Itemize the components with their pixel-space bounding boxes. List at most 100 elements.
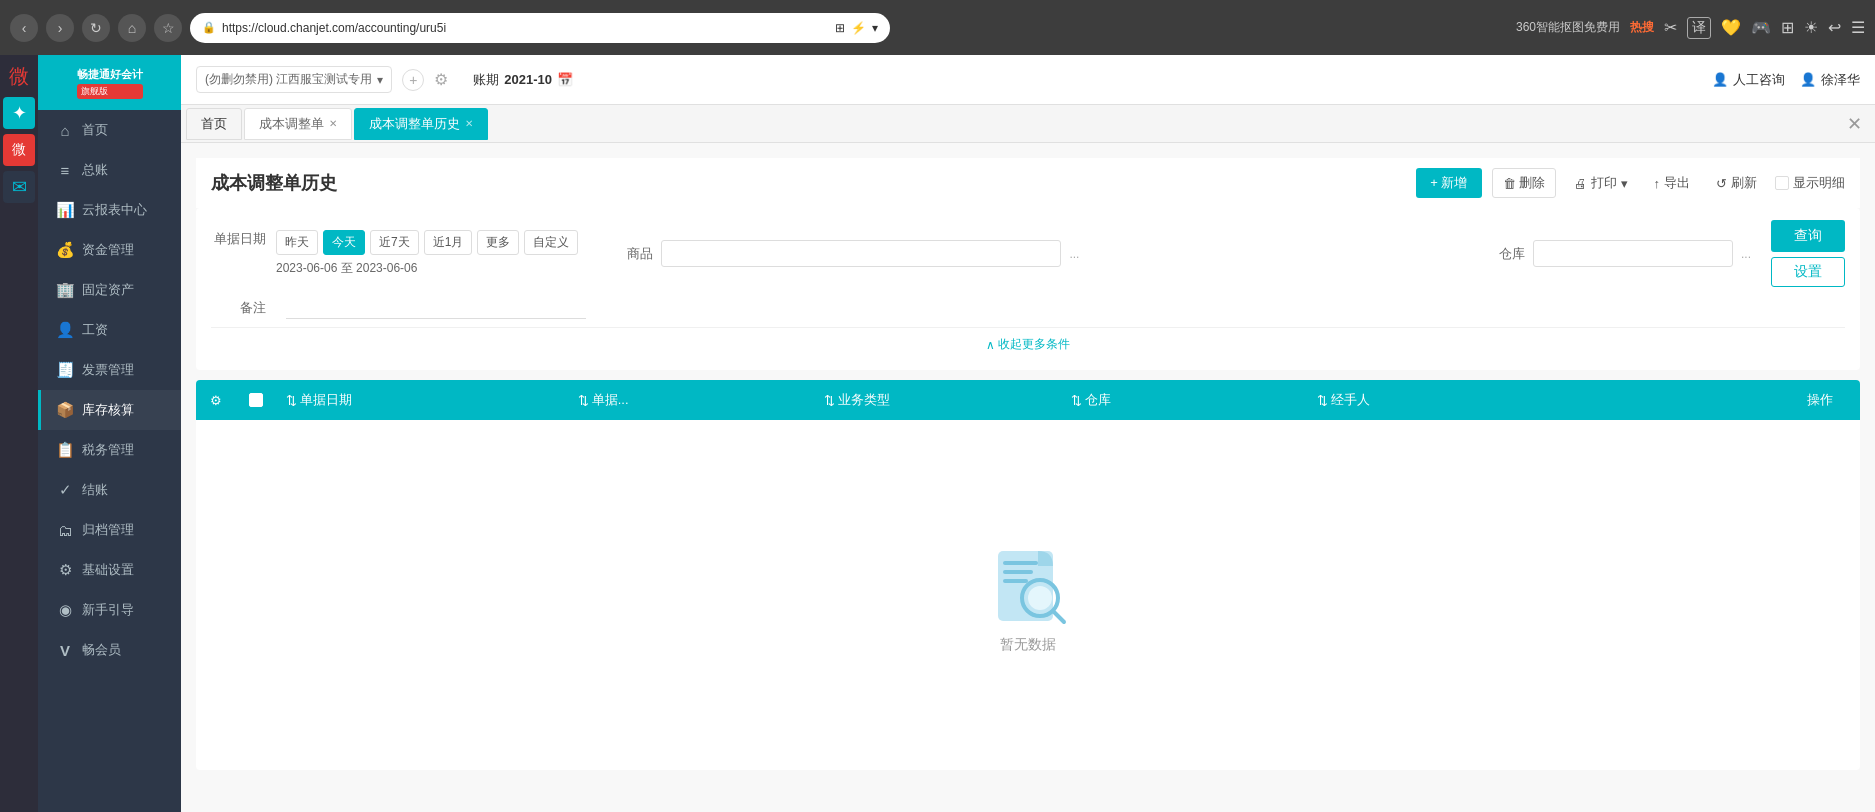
tab-home[interactable]: 首页 xyxy=(186,108,242,140)
dropdown-icon: ▾ xyxy=(872,21,878,35)
th-warehouse[interactable]: ⇅ 仓库 xyxy=(1061,391,1307,409)
remark-input[interactable] xyxy=(286,297,586,319)
period-value: 2021-10 xyxy=(504,72,552,87)
settle-icon: ✓ xyxy=(56,481,74,499)
add-tab-button[interactable]: + xyxy=(402,69,424,91)
home-icon: ⌂ xyxy=(56,122,74,139)
sidebar-item-payroll[interactable]: 👤 工资 xyxy=(38,310,181,350)
th-settings[interactable]: ⚙ xyxy=(196,393,236,408)
sidebar-item-vip[interactable]: V 畅会员 xyxy=(38,630,181,670)
print-icon: 🖨 xyxy=(1574,176,1587,191)
more-date-btn[interactable]: 更多 xyxy=(477,230,519,255)
user-profile[interactable]: 👤 徐泽华 xyxy=(1800,71,1860,89)
sidebar-item-tax[interactable]: 📋 税务管理 xyxy=(38,430,181,470)
query-button[interactable]: 查询 xyxy=(1771,220,1845,252)
icon-sidebar-weibo[interactable]: 微 xyxy=(3,60,35,92)
back-button[interactable]: ‹ xyxy=(10,14,38,42)
search-label: 360智能抠图免费用 xyxy=(1516,19,1620,36)
setting-button[interactable]: 设置 xyxy=(1771,257,1845,287)
sidebar-item-inventory[interactable]: 📦 库存核算 xyxy=(38,390,181,430)
yesterday-btn[interactable]: 昨天 xyxy=(276,230,318,255)
app-main: (勿删勿禁用) 江西服宝测试专用 ▾ + ⚙ 账期 2021-10 📅 👤 人工… xyxy=(181,55,1875,812)
collapse-filter-button[interactable]: ∧ 收起更多条件 xyxy=(986,336,1070,353)
sidebar-item-invoice[interactable]: 🧾 发票管理 xyxy=(38,350,181,390)
sun-icon[interactable]: ☀ xyxy=(1804,18,1818,37)
sidebar-item-settings[interactable]: ⚙ 基础设置 xyxy=(38,550,181,590)
home-button[interactable]: ⌂ xyxy=(118,14,146,42)
product-filter-group: 商品 ... xyxy=(598,240,1450,267)
warehouse-label: 仓库 xyxy=(1470,245,1525,263)
translate-icon[interactable]: 译 xyxy=(1687,17,1711,39)
th-type[interactable]: ⇅ 业务类型 xyxy=(814,391,1060,409)
forward-button[interactable]: › xyxy=(46,14,74,42)
th-checkbox[interactable] xyxy=(236,393,276,407)
th-num-sort-icon: ⇅ xyxy=(578,393,589,408)
close-all-tabs-button[interactable]: ✕ xyxy=(1839,113,1870,135)
new-button[interactable]: + 新增 xyxy=(1416,168,1481,198)
sidebar-label-home: 首页 xyxy=(82,121,108,139)
th-number[interactable]: ⇅ 单据... xyxy=(568,391,814,409)
sidebar-logo: 畅捷通好会计 旗舰版 xyxy=(38,55,181,110)
month1-btn[interactable]: 近1月 xyxy=(424,230,473,255)
sidebar-label-payroll: 工资 xyxy=(82,321,108,339)
sidebar-label-archive: 归档管理 xyxy=(82,521,134,539)
company-selector[interactable]: (勿删勿禁用) 江西服宝测试专用 ▾ xyxy=(196,66,392,93)
tab-cost-history-close[interactable]: ✕ xyxy=(465,118,473,129)
tab-cost-history[interactable]: 成本调整单历史 ✕ xyxy=(354,108,488,140)
calendar-icon[interactable]: 📅 xyxy=(557,72,573,87)
wallet-icon[interactable]: 💛 xyxy=(1721,18,1741,37)
page-actions: + 新增 🗑 删除 🖨 打印 ▾ ↑ 导出 ↺ xyxy=(1416,168,1845,198)
guide-icon: ◉ xyxy=(56,601,74,619)
tab-cost-adjust[interactable]: 成本调整单 ✕ xyxy=(244,108,352,140)
table-body: 暂无数据 xyxy=(196,420,1860,770)
consult-btn[interactable]: 👤 人工咨询 xyxy=(1712,71,1785,89)
delete-button[interactable]: 🗑 删除 xyxy=(1492,168,1556,198)
today-btn[interactable]: 今天 xyxy=(323,230,365,255)
warehouse-more-btn[interactable]: ... xyxy=(1741,247,1751,261)
tax-icon: 📋 xyxy=(56,441,74,459)
sidebar-label-guide: 新手引导 xyxy=(82,601,134,619)
product-input[interactable] xyxy=(661,240,1061,267)
sidebar-item-fund[interactable]: 💰 资金管理 xyxy=(38,230,181,270)
sidebar-item-settle[interactable]: ✓ 结账 xyxy=(38,470,181,510)
undo-icon[interactable]: ↩ xyxy=(1828,18,1841,37)
sidebar-item-ledger[interactable]: ≡ 总账 xyxy=(38,150,181,190)
sidebar-label-settings: 基础设置 xyxy=(82,561,134,579)
print-button[interactable]: 🖨 打印 ▾ xyxy=(1566,169,1636,197)
export-icon: ↑ xyxy=(1654,176,1661,191)
address-bar[interactable]: 🔒 https://cloud.chanjet.com/accounting/u… xyxy=(190,13,890,43)
show-detail-checkbox[interactable]: 显示明细 xyxy=(1775,174,1845,192)
settings-gear-icon[interactable]: ⚙ xyxy=(434,70,448,89)
refresh-icon: ↺ xyxy=(1716,176,1727,191)
menu-icon[interactable]: ☰ xyxy=(1851,18,1865,37)
sidebar-item-archive[interactable]: 🗂 归档管理 xyxy=(38,510,181,550)
grid2-icon[interactable]: ⊞ xyxy=(1781,18,1794,37)
sidebar-item-home[interactable]: ⌂ 首页 xyxy=(38,110,181,150)
th-action: 操作 xyxy=(1780,391,1860,409)
sidebar-item-guide[interactable]: ◉ 新手引导 xyxy=(38,590,181,630)
th-number-label: 单据... xyxy=(592,391,629,409)
export-button[interactable]: ↑ 导出 xyxy=(1646,169,1699,197)
tab-cost-adjust-close[interactable]: ✕ xyxy=(329,118,337,129)
refresh-button[interactable]: ↻ xyxy=(82,14,110,42)
scissors-icon[interactable]: ✂ xyxy=(1664,18,1677,37)
sidebar-item-report[interactable]: 📊 云报表中心 xyxy=(38,190,181,230)
sidebar-item-fixed-asset[interactable]: 🏢 固定资产 xyxy=(38,270,181,310)
print-dropdown-icon: ▾ xyxy=(1621,176,1628,191)
warehouse-input[interactable] xyxy=(1533,240,1733,267)
game-icon[interactable]: 🎮 xyxy=(1751,18,1771,37)
th-date[interactable]: ⇅ 单据日期 xyxy=(276,391,568,409)
th-operator[interactable]: ⇅ 经手人 xyxy=(1307,391,1553,409)
date-label: 单据日期 xyxy=(211,230,266,248)
icon-sidebar-orange[interactable]: ✉ xyxy=(3,171,35,203)
refresh-button[interactable]: ↺ 刷新 xyxy=(1708,169,1765,197)
select-all-checkbox[interactable] xyxy=(249,393,263,407)
icon-sidebar-red[interactable]: 微 xyxy=(3,134,35,166)
tabs-bar: 首页 成本调整单 ✕ 成本调整单历史 ✕ ✕ xyxy=(181,105,1875,143)
product-more-btn[interactable]: ... xyxy=(1069,247,1079,261)
week7-btn[interactable]: 近7天 xyxy=(370,230,419,255)
icon-sidebar-main[interactable]: ✦ xyxy=(3,97,35,129)
export-label: 导出 xyxy=(1664,174,1690,192)
star-button[interactable]: ☆ xyxy=(154,14,182,42)
custom-date-btn[interactable]: 自定义 xyxy=(524,230,578,255)
